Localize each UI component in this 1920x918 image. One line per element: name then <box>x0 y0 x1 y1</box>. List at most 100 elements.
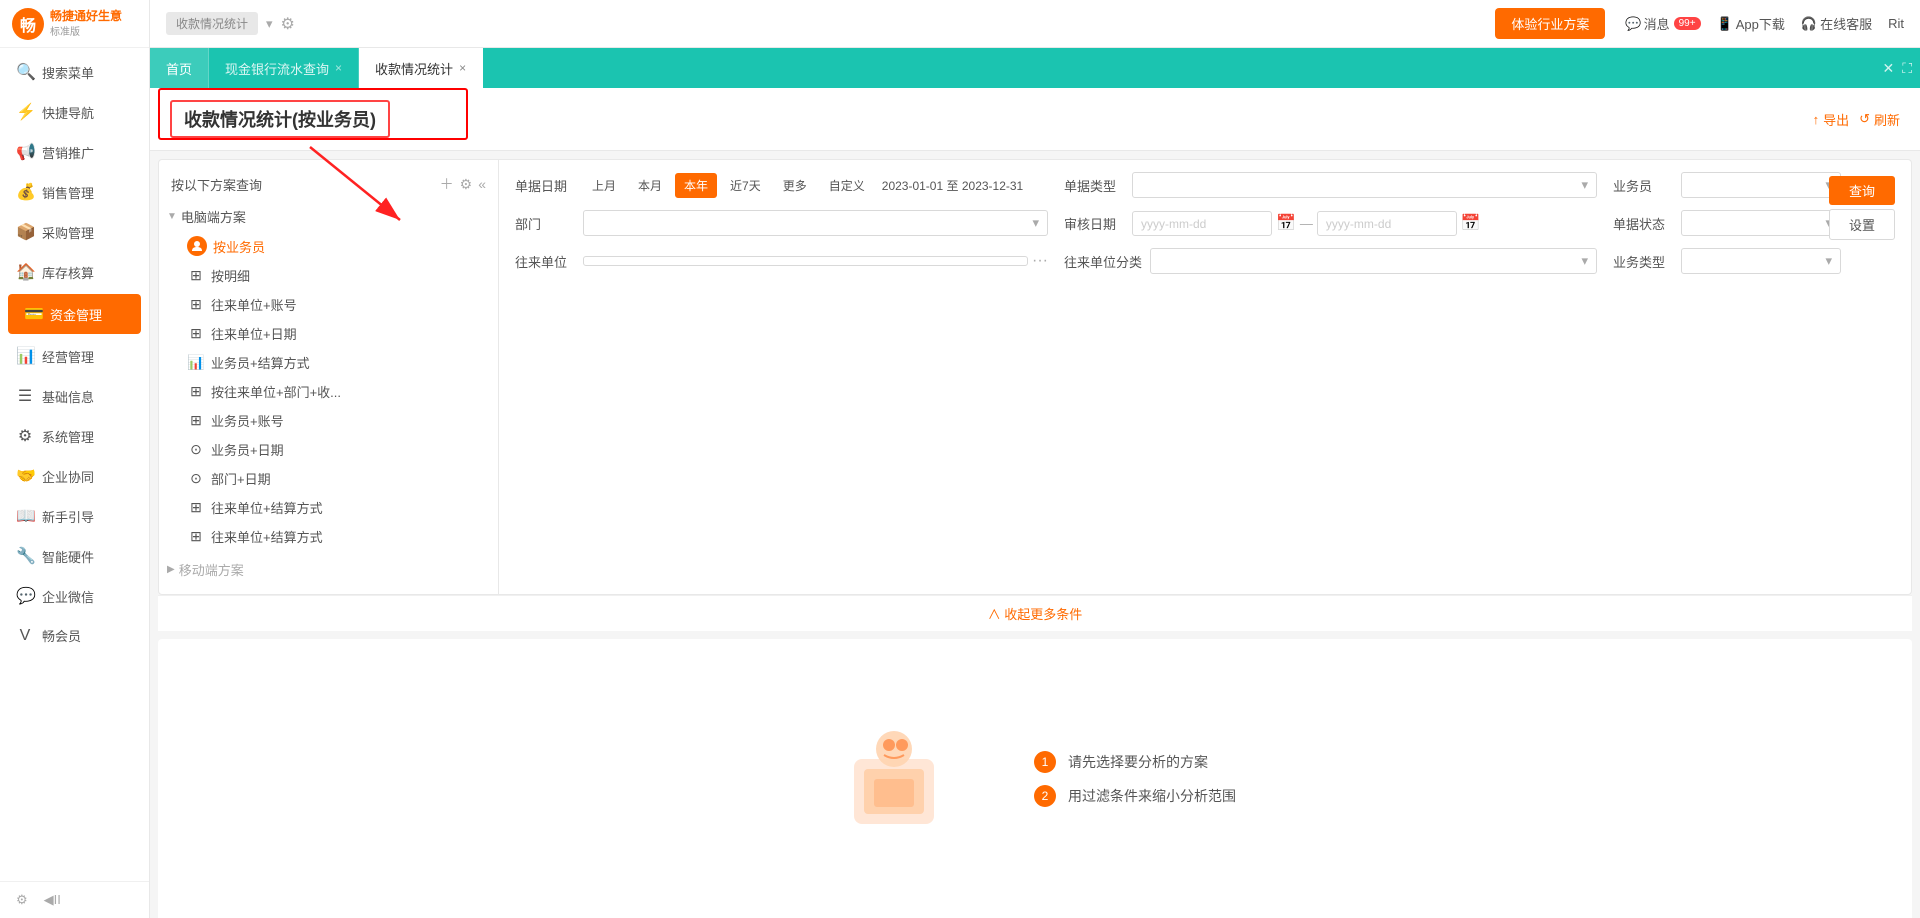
date-tab-7days[interactable]: 近7天 <box>721 173 770 198</box>
sidebar-item-member[interactable]: V 畅会员 <box>0 616 149 655</box>
query-button[interactable]: 查询 <box>1829 176 1895 205</box>
biz-type-arrow: ▾ <box>1825 253 1832 269</box>
header-left: 收款情况统计 ▾ ⚙ <box>166 12 295 35</box>
collapse-bar[interactable]: ∧ 收起更多条件 <box>158 595 1912 631</box>
scheme-settings-icon[interactable]: ⚙ <box>460 176 473 193</box>
footer-settings-icon[interactable]: ⚙ <box>16 892 28 908</box>
tab-cashflow-close[interactable]: × <box>335 61 342 75</box>
date-tab-thisyear[interactable]: 本年 <box>675 173 717 198</box>
biz-type-select[interactable]: ▾ <box>1681 248 1841 274</box>
scheme-item-detail[interactable]: ⊞ 按明细 <box>175 261 498 290</box>
partner-category-select[interactable]: ▾ <box>1150 248 1597 274</box>
scheme-item-partner-dept[interactable]: ⊞ 按往来单位+部门+收... <box>175 377 498 406</box>
tab-receipt[interactable]: 收款情况统计 × <box>359 48 483 88</box>
online-service-area[interactable]: 🎧 在线客服 <box>1801 14 1872 33</box>
scheme-icon: 📊 <box>187 354 205 371</box>
refresh-button[interactable]: ↺ 刷新 <box>1859 110 1900 129</box>
sidebar-item-search[interactable]: 🔍 搜索菜单 <box>0 52 149 92</box>
header-gear-icon[interactable]: ⚙ <box>281 14 295 34</box>
notification-area[interactable]: 💬 消息 99+ <box>1625 14 1700 33</box>
sidebar-item-quicknav[interactable]: ⚡ 快捷导航 <box>0 92 149 132</box>
user-name[interactable]: Rit <box>1888 16 1904 31</box>
sidebar-item-collab[interactable]: 🤝 企业协同 <box>0 456 149 496</box>
system-icon: ⚙ <box>16 426 34 446</box>
empty-steps: 1 请先选择要分析的方案 2 用过滤条件来缩小分析范围 <box>1034 751 1236 807</box>
sidebar: 畅 畅捷通好生意 标准版 🔍 搜索菜单 ⚡ 快捷导航 📢 营销推广 💰 销售管理… <box>0 0 150 918</box>
date-tab-custom[interactable]: 自定义 <box>820 173 874 198</box>
scheme-item-salesman-account[interactable]: ⊞ 业务员+账号 <box>175 406 498 435</box>
export-button[interactable]: ↑ 导出 <box>1813 110 1850 129</box>
record-type-select[interactable]: ▾ <box>1132 172 1597 198</box>
date-tab-more[interactable]: 更多 <box>774 173 816 198</box>
partner-ellipsis[interactable]: ··· <box>1032 252 1048 270</box>
scheme-add-icon[interactable]: ＋ <box>440 174 454 194</box>
step-2-num: 2 <box>1034 785 1056 807</box>
scheme-item-partner-settle1[interactable]: ⊞ 往来单位+结算方式 <box>175 493 498 522</box>
scheme-item-dept-date[interactable]: ⊙ 部门+日期 <box>175 464 498 493</box>
mobile-group-title[interactable]: ▶ 移动端方案 <box>159 555 498 584</box>
search-panel: 按以下方案查询 ＋ ⚙ « ▼ 电脑端方案 <box>158 159 1912 595</box>
scheme-item-salesman-settle[interactable]: 📊 业务员+结算方式 <box>175 348 498 377</box>
salesman-label: 业务员 <box>1613 176 1673 195</box>
tab-receipt-close[interactable]: × <box>459 61 466 75</box>
step-1-num: 1 <box>1034 751 1056 773</box>
scheme-panel: 按以下方案查询 ＋ ⚙ « ▼ 电脑端方案 <box>159 160 499 594</box>
sidebar-item-finance[interactable]: 💳 资金管理 <box>8 294 141 334</box>
calendar-icon-1[interactable]: 📅 <box>1276 213 1296 233</box>
tab-cashflow[interactable]: 现金银行流水查询 × <box>209 48 359 88</box>
scheme-item-salesman-date[interactable]: ⊙ 业务员+日期 <box>175 435 498 464</box>
scheme-item-partner-account[interactable]: ⊞ 往来单位+账号 <box>175 290 498 319</box>
sidebar-label: 基础信息 <box>42 387 94 406</box>
sidebar-label: 企业协同 <box>42 467 94 486</box>
empty-step-1: 1 请先选择要分析的方案 <box>1034 751 1236 773</box>
scheme-item-salesman[interactable]: 按业务员 <box>175 231 498 261</box>
scheme-item-partner-date[interactable]: ⊞ 往来单位+日期 <box>175 319 498 348</box>
scheme-item-partner-settle2[interactable]: ⊞ 往来单位+结算方式 <box>175 522 498 551</box>
app-download-area[interactable]: 📱 App下载 <box>1717 14 1785 33</box>
dept-select[interactable]: ▾ <box>583 210 1048 236</box>
date-tab-thismonth[interactable]: 本月 <box>629 173 671 198</box>
partner-label: 往来单位 <box>515 252 575 271</box>
mobile-scheme-group: ▶ 移动端方案 <box>159 553 498 586</box>
scheme-item-label: 业务员+结算方式 <box>211 353 310 372</box>
breadcrumb-dropdown[interactable]: ▾ <box>266 16 273 32</box>
sidebar-item-baseinfo[interactable]: ☰ 基础信息 <box>0 376 149 416</box>
sidebar-label: 系统管理 <box>42 427 94 446</box>
sidebar-item-system[interactable]: ⚙ 系统管理 <box>0 416 149 456</box>
review-date-from[interactable]: yyyy-mm-dd <box>1132 211 1272 236</box>
sidebar-item-wechat[interactable]: 💬 企业微信 <box>0 576 149 616</box>
filter-row-2: 部门 ▾ 审核日期 <box>515 210 1813 236</box>
calendar-icon-2[interactable]: 📅 <box>1461 213 1481 233</box>
step-2-text: 用过滤条件来缩小分析范围 <box>1068 786 1236 806</box>
sidebar-item-guide[interactable]: 📖 新手引导 <box>0 496 149 536</box>
sidebar-item-inventory[interactable]: 🏠 库存核算 <box>0 252 149 292</box>
notification-icon: 💬 <box>1625 16 1641 32</box>
scheme-collapse-icon[interactable]: « <box>478 176 486 192</box>
trial-button[interactable]: 体验行业方案 <box>1495 8 1605 39</box>
hardware-icon: 🔧 <box>16 546 34 566</box>
close-window-icon[interactable]: ✕ <box>1882 60 1894 77</box>
refresh-icon: ↺ <box>1859 111 1870 127</box>
salesman-select[interactable]: ▾ <box>1681 172 1841 198</box>
desktop-group-title[interactable]: ▼ 电脑端方案 <box>159 202 498 231</box>
sidebar-label: 营销推广 <box>42 143 94 162</box>
settings-button[interactable]: 设置 <box>1829 209 1895 240</box>
sidebar-item-purchase[interactable]: 📦 采购管理 <box>0 212 149 252</box>
footer-collapse-icon[interactable]: ◀II <box>44 892 61 908</box>
maximize-window-icon[interactable]: ⛶ <box>1902 60 1912 77</box>
finance-icon: 💳 <box>24 304 42 324</box>
date-tab-lastmonth[interactable]: 上月 <box>583 173 625 198</box>
sidebar-item-hardware[interactable]: 🔧 智能硬件 <box>0 536 149 576</box>
biz-type-label: 业务类型 <box>1613 252 1673 271</box>
partner-select[interactable] <box>583 256 1028 266</box>
sidebar-item-business[interactable]: 📊 经营管理 <box>0 336 149 376</box>
record-status-select[interactable]: ▾ <box>1681 210 1841 236</box>
tab-home[interactable]: 首页 <box>150 48 209 88</box>
review-date-from-placeholder: yyyy-mm-dd <box>1141 217 1206 231</box>
review-date-to[interactable]: yyyy-mm-dd <box>1317 211 1457 236</box>
scheme-item-label: 业务员+日期 <box>211 440 284 459</box>
sidebar-item-marketing[interactable]: 📢 营销推广 <box>0 132 149 172</box>
sidebar-label: 企业微信 <box>42 587 94 606</box>
sidebar-item-sales[interactable]: 💰 销售管理 <box>0 172 149 212</box>
mobile-group-arrow: ▶ <box>167 564 175 575</box>
